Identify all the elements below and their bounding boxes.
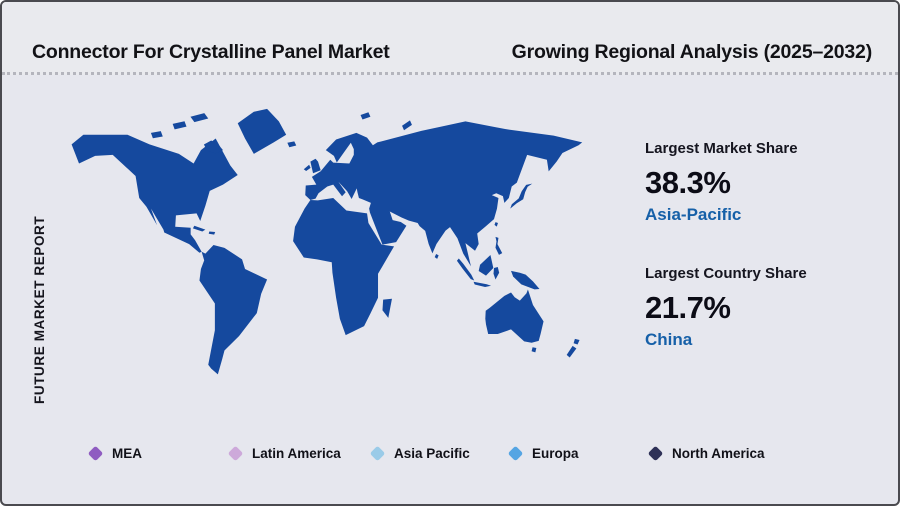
island-nz-north: [573, 338, 580, 345]
island-arctic: [172, 121, 187, 130]
island-borneo: [478, 254, 494, 276]
island-taiwan: [494, 222, 498, 227]
island-ellesmere: [190, 113, 209, 123]
island-britain: [310, 158, 321, 174]
island-sulawesi: [493, 267, 500, 280]
island-tasmania: [531, 347, 537, 353]
island-sri-lanka: [434, 253, 439, 259]
legend-label-latin-america: Latin America: [252, 446, 341, 461]
legend-item-mea: MEA: [87, 445, 230, 462]
world-map: [71, 108, 583, 375]
legend-label-north-america: North America: [672, 446, 765, 461]
legend-dot-north-america: [647, 445, 664, 462]
island-nz-south: [566, 345, 577, 358]
infographic-page: Connector For Crystalline Panel Market G…: [0, 0, 900, 506]
market-title: Connector For Crystalline Panel Market: [32, 41, 390, 63]
island-japan: [510, 183, 533, 209]
largest-market-share-block: Largest Market Share 38.3% Asia-Pacific: [645, 140, 895, 225]
legend-item-asia-pacific: Asia Pacific: [369, 445, 510, 462]
legend-item-europa: Europa: [507, 445, 650, 462]
island-new-guinea: [511, 270, 540, 290]
country-share-region: China: [645, 330, 693, 349]
country-share-value: 21.7%: [645, 290, 731, 325]
island-hispaniola: [208, 231, 216, 235]
greenland: [237, 108, 287, 154]
market-share-region: Asia-Pacific: [645, 205, 742, 224]
legend-item-latin-america: Latin America: [227, 445, 372, 462]
island-novaya-zemlya: [402, 120, 412, 131]
legend-dot-mea: [87, 445, 104, 462]
island-java: [473, 281, 492, 287]
largest-country-share-block: Largest Country Share 21.7% China: [645, 265, 895, 350]
island-madagascar: [382, 298, 392, 318]
country-share-label: Largest Country Share: [645, 265, 807, 282]
market-share-label: Largest Market Share: [645, 140, 798, 157]
legend-dot-europa: [507, 445, 524, 462]
legend-dot-asia-pacific: [369, 445, 386, 462]
australia: [485, 289, 544, 343]
island-iceland: [287, 141, 297, 148]
stats-panel: Largest Market Share 38.3% Asia-Pacific …: [645, 140, 895, 350]
island-cuba: [192, 225, 206, 232]
header: Connector For Crystalline Panel Market G…: [2, 2, 898, 75]
analysis-title: Growing Regional Analysis (2025–2032): [511, 41, 873, 63]
landmasses: [71, 108, 583, 375]
legend-label-asia-pacific: Asia Pacific: [394, 446, 470, 461]
legend-label-mea: MEA: [112, 446, 142, 461]
island-sumatra: [456, 258, 475, 281]
vertical-watermark: FUTURE MARKET REPORT: [32, 215, 47, 404]
island-victoria: [150, 131, 163, 139]
legend-dot-latin-america: [227, 445, 244, 462]
legend-label-europa: Europa: [532, 446, 579, 461]
south-america: [199, 245, 268, 375]
island-svalbard: [360, 112, 371, 120]
island-ireland: [303, 164, 311, 172]
market-share-value: 38.3%: [645, 165, 731, 200]
legend: MEA Latin America Asia Pacific Europa No…: [87, 445, 888, 462]
legend-item-north-america: North America: [647, 445, 765, 462]
island-philippines: [495, 236, 503, 255]
